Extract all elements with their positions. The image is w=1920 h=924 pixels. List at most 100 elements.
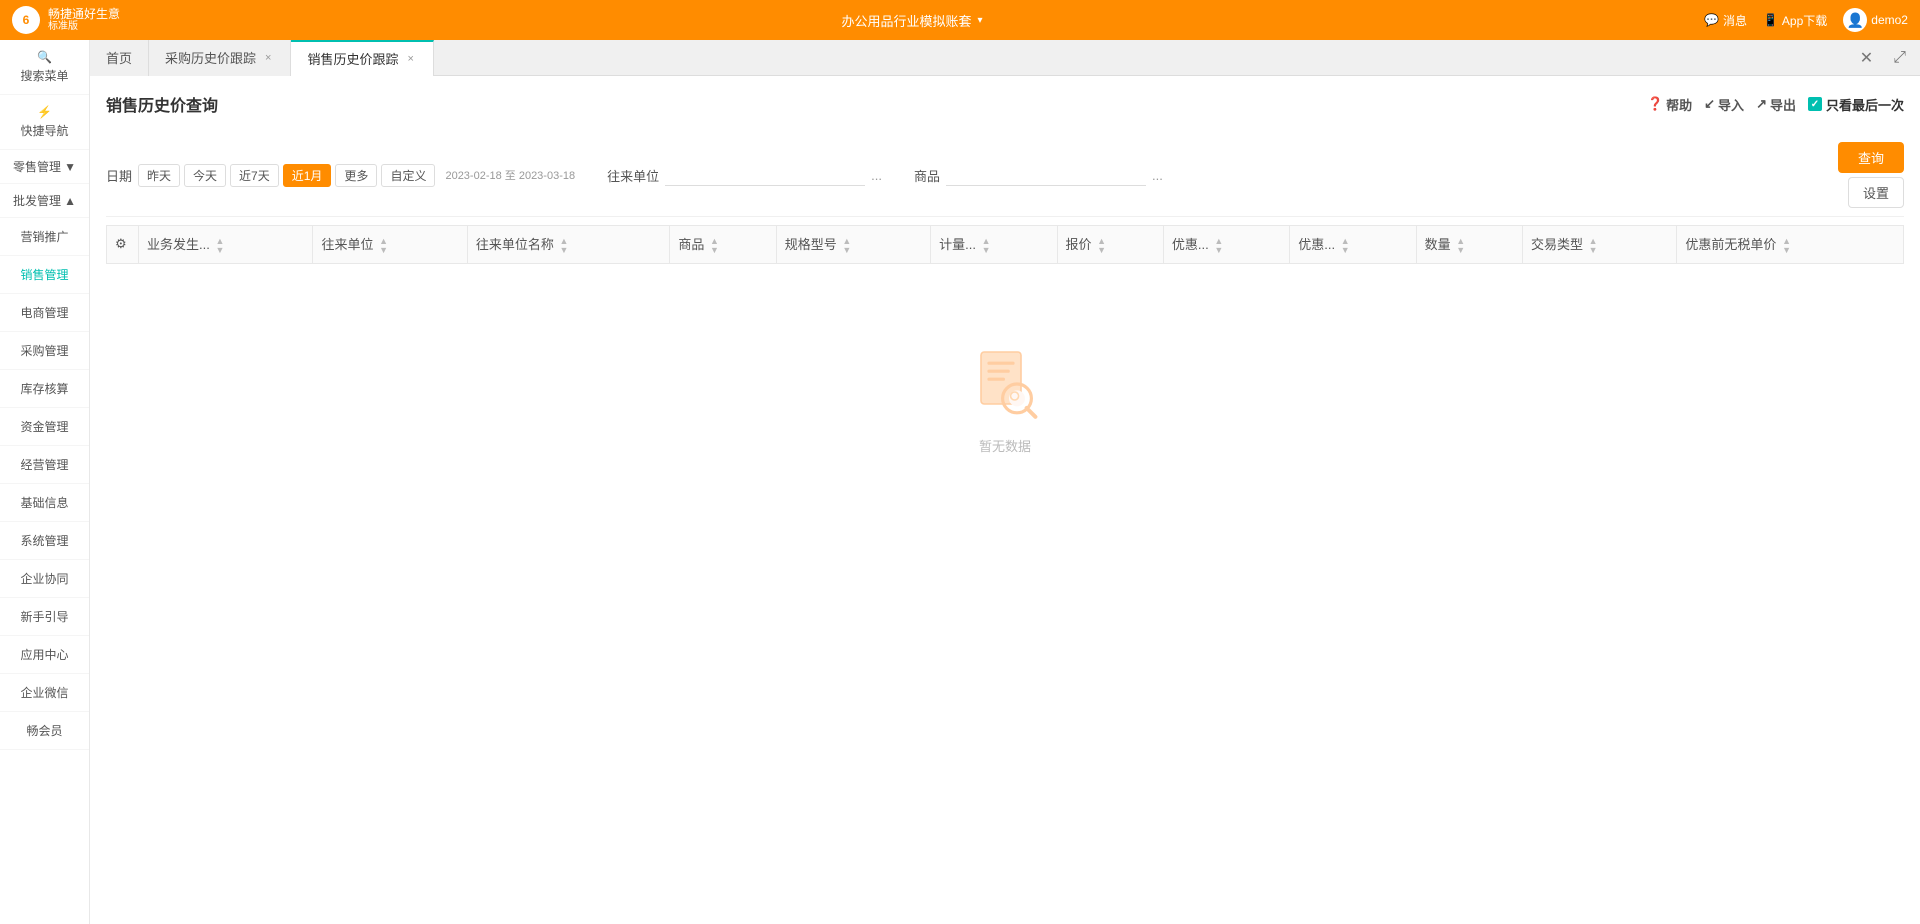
sort-arrows-spec[interactable]: ▲▼ (842, 237, 851, 255)
th-partner-code-label: 往来单位 (321, 237, 373, 252)
sort-arrows-disc2[interactable]: ▲▼ (1341, 237, 1350, 255)
sidebar-item-sales[interactable]: 销售管理 (0, 256, 89, 294)
sidebar-item-guide[interactable]: 新手引导 (0, 598, 89, 636)
help-icon: ❓ (1647, 96, 1663, 112)
logo-icon: 6 (12, 6, 40, 34)
th-pretax-price[interactable]: 优惠前无税单价 ▲▼ (1677, 226, 1904, 264)
partner-filter-input[interactable] (665, 164, 865, 186)
sidebar-label-marketing: 营销推广 (20, 228, 68, 245)
sidebar-item-marketing[interactable]: 营销推广 (0, 218, 89, 256)
sidebar-item-purchase[interactable]: 采购管理 (0, 332, 89, 370)
partner-dots: ... (871, 168, 882, 183)
wholesale-arrow: ▲ (64, 194, 76, 208)
message-btn[interactable]: 💬 消息 (1704, 12, 1747, 29)
sort-arrows-product[interactable]: ▲▼ (710, 237, 719, 255)
th-partner-name[interactable]: 往来单位名称 ▲▼ (467, 226, 669, 264)
sidebar-item-retail[interactable]: 零售管理 ▼ (0, 150, 89, 184)
date-btn-1month[interactable]: 近1月 (283, 164, 332, 187)
tab-purchase-history[interactable]: 采购历史价跟踪 × (149, 40, 291, 76)
th-discount1-label: 优惠... (1172, 237, 1209, 252)
tab-bar: 首页 采购历史价跟踪 × 销售历史价跟踪 × ✕ ⤢ (90, 40, 1920, 76)
sidebar-item-cooperation[interactable]: 企业协同 (0, 560, 89, 598)
user-area[interactable]: 👤 demo2 (1843, 8, 1908, 32)
tab-home[interactable]: 首页 (90, 40, 149, 76)
maximize-window-btn[interactable]: ⤢ (1887, 47, 1912, 69)
sidebar-label-finance: 资金管理 (20, 418, 68, 435)
th-pretax-price-label: 优惠前无税单价 (1685, 237, 1776, 252)
page-title-actions: ❓ 帮助 ↙ 导入 ↗ 导出 ✓ 只看最后一次 (1647, 95, 1904, 114)
th-quantity[interactable]: 数量 ▲▼ (1416, 226, 1522, 264)
sort-arrows-quote[interactable]: ▲▼ (1097, 237, 1106, 255)
sidebar-label-inventory: 库存核算 (20, 380, 68, 397)
import-icon: ↙ (1704, 96, 1715, 112)
date-btn-yesterday[interactable]: 昨天 (138, 164, 180, 187)
sidebar-label-cooperation: 企业协同 (20, 570, 68, 587)
sidebar-item-inventory[interactable]: 库存核算 (0, 370, 89, 408)
sort-arrows-pretax[interactable]: ▲▼ (1782, 237, 1791, 255)
sidebar-item-system[interactable]: 系统管理 (0, 522, 89, 560)
th-spec[interactable]: 规格型号 ▲▼ (776, 226, 930, 264)
sort-arrows-partner-name[interactable]: ▲▼ (560, 237, 569, 255)
date-btn-custom[interactable]: 自定义 (381, 164, 435, 187)
th-trade-type[interactable]: 交易类型 ▲▼ (1523, 226, 1677, 264)
sort-arrows-trade[interactable]: ▲▼ (1589, 237, 1598, 255)
th-biz-date[interactable]: 业务发生... ▲▼ (139, 226, 313, 264)
th-trade-type-label: 交易类型 (1531, 237, 1583, 252)
tab-bar-right: ✕ ⤢ (1854, 46, 1920, 70)
sidebar-label-retail: 零售管理 (13, 158, 61, 175)
sidebar-item-ecommerce[interactable]: 电商管理 (0, 294, 89, 332)
th-quote-price[interactable]: 报价 ▲▼ (1057, 226, 1163, 264)
sidebar-item-search[interactable]: 🔍 搜索菜单 (0, 40, 89, 95)
sort-arrows-partner[interactable]: ▲▼ (379, 237, 388, 255)
close-window-btn[interactable]: ✕ (1854, 46, 1879, 70)
sidebar-label-purchase: 采购管理 (20, 342, 68, 359)
app-dropdown-arrow[interactable]: ▾ (978, 15, 983, 26)
product-filter-label: 商品 (914, 166, 940, 185)
close-purchase-tab[interactable]: × (262, 51, 274, 65)
tab-sales-history[interactable]: 销售历史价跟踪 × (291, 40, 433, 76)
date-btn-more[interactable]: 更多 (335, 164, 377, 187)
th-unit[interactable]: 计量... ▲▼ (931, 226, 1057, 264)
sidebar-label-shortcuts: 快捷导航 (20, 122, 68, 139)
th-product[interactable]: 商品 ▲▼ (670, 226, 776, 264)
top-bar-center[interactable]: 办公用品行业模拟账套 ▾ (841, 11, 982, 30)
sidebar-item-wholesale[interactable]: 批发管理 ▲ (0, 184, 89, 218)
sidebar: 🔍 搜索菜单 ⚡ 快捷导航 零售管理 ▼ 批发管理 ▲ 营销推广 销售管理 电商… (0, 40, 90, 924)
sidebar-item-app-center[interactable]: 应用中心 (0, 636, 89, 674)
sidebar-item-basic[interactable]: 基础信息 (0, 484, 89, 522)
only-last-checkbox[interactable]: ✓ (1808, 97, 1822, 111)
sidebar-label-ecommerce: 电商管理 (20, 304, 68, 321)
sidebar-item-finance[interactable]: 资金管理 (0, 408, 89, 446)
import-link[interactable]: ↙ 导入 (1704, 95, 1744, 114)
top-bar-right: 💬 消息 📱 App下载 👤 demo2 (1704, 8, 1908, 32)
sidebar-item-shortcuts[interactable]: ⚡ 快捷导航 (0, 95, 89, 150)
sidebar-label-basic: 基础信息 (20, 494, 68, 511)
tab-home-label: 首页 (106, 48, 132, 67)
sidebar-item-member[interactable]: 畅会员 (0, 712, 89, 750)
sidebar-item-operations[interactable]: 经营管理 (0, 446, 89, 484)
sort-arrows-unit[interactable]: ▲▼ (982, 237, 991, 255)
app-download-btn[interactable]: 📱 App下载 (1763, 12, 1827, 29)
sort-arrows-biz[interactable]: ▲▼ (215, 237, 224, 255)
th-discount1[interactable]: 优惠... ▲▼ (1163, 226, 1289, 264)
tab-purchase-label: 采购历史价跟踪 (165, 48, 256, 67)
th-partner-code[interactable]: 往来单位 ▲▼ (313, 226, 467, 264)
sort-arrows-qty[interactable]: ▲▼ (1456, 237, 1465, 255)
date-btn-today[interactable]: 今天 (184, 164, 226, 187)
close-sales-tab[interactable]: × (404, 52, 416, 66)
help-link[interactable]: ❓ 帮助 (1647, 95, 1692, 114)
th-settings[interactable]: ⚙ (107, 226, 139, 264)
sidebar-item-wechat[interactable]: 企业微信 (0, 674, 89, 712)
query-button[interactable]: 查询 (1838, 142, 1904, 173)
download-icon: 📱 (1763, 13, 1778, 27)
date-btn-last7[interactable]: 近7天 (230, 164, 279, 187)
settings-button[interactable]: 设置 (1848, 177, 1904, 208)
shortcuts-icon: ⚡ (37, 105, 52, 119)
export-link[interactable]: ↗ 导出 (1756, 95, 1796, 114)
sidebar-label-search: 搜索菜单 (20, 67, 68, 84)
product-filter-input[interactable] (946, 164, 1146, 186)
sort-arrows-disc1[interactable]: ▲▼ (1214, 237, 1223, 255)
settings-gear-icon[interactable]: ⚙ (115, 236, 127, 251)
th-discount2[interactable]: 优惠... ▲▼ (1290, 226, 1416, 264)
only-last-checkbox-label[interactable]: ✓ 只看最后一次 (1808, 95, 1904, 114)
